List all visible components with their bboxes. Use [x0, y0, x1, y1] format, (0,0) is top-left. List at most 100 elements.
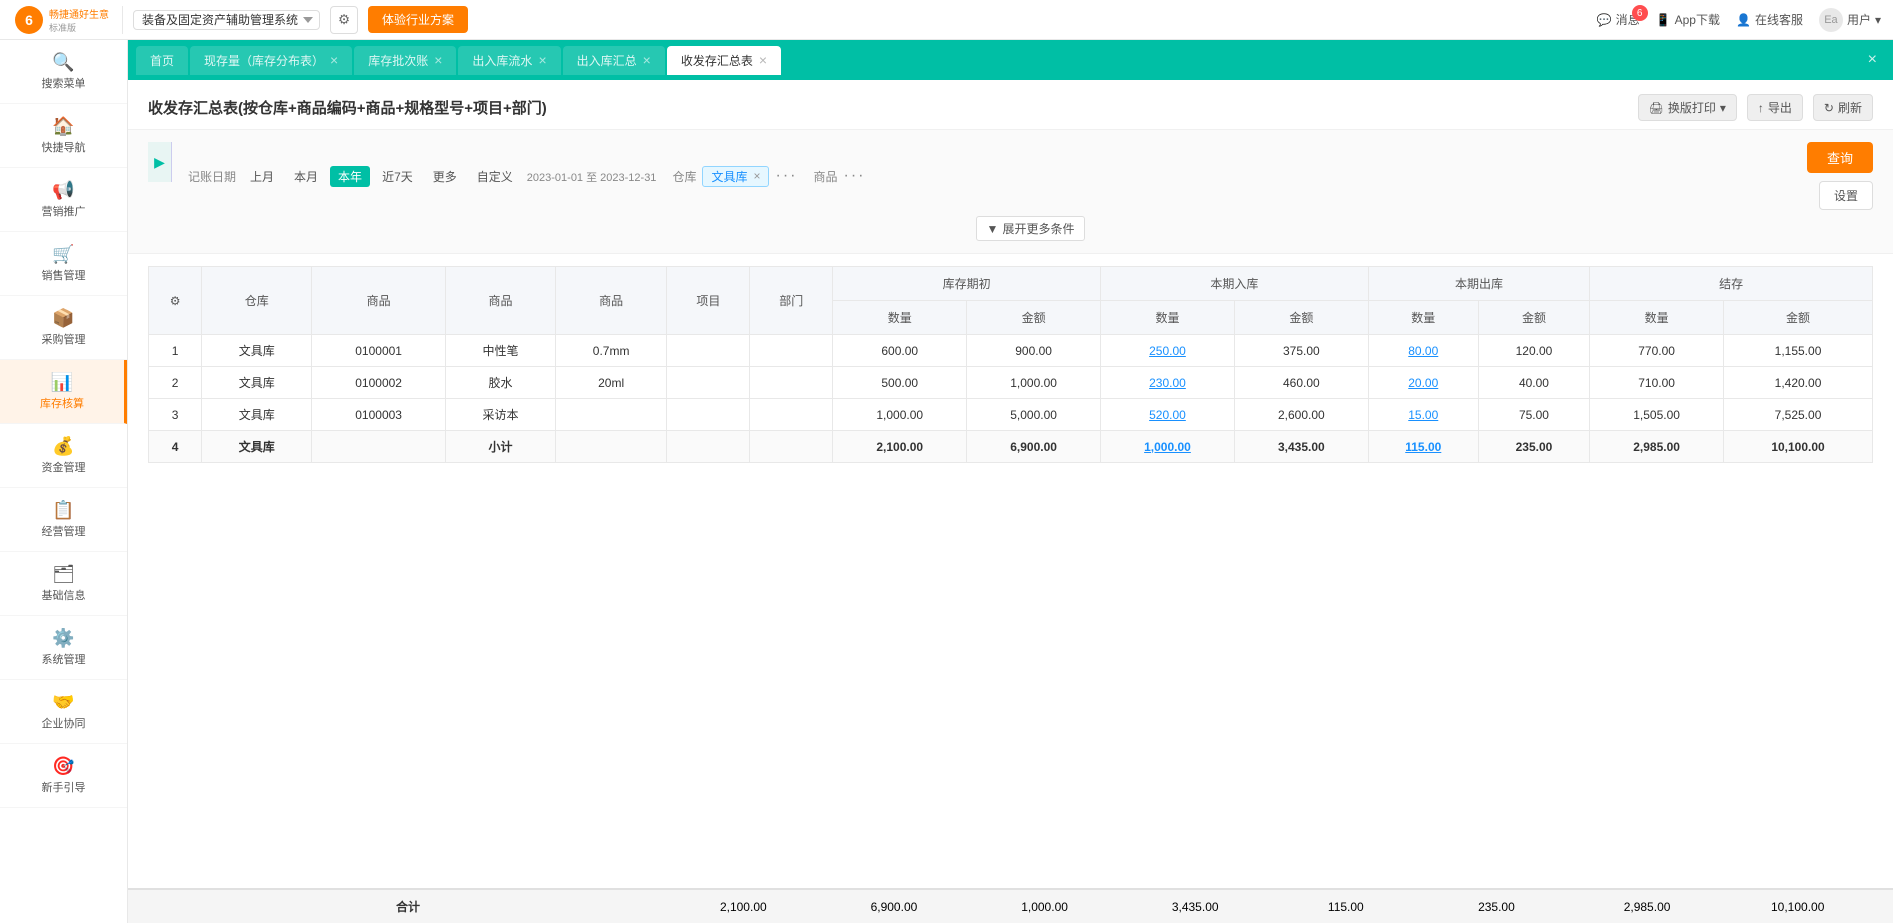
sidebar-item-guide[interactable]: 🎯新手引导 — [0, 744, 127, 808]
sidebar-item-purchase[interactable]: 📦采购管理 — [0, 296, 127, 360]
tab-inventory-dist[interactable]: 现存量（库存分布表）× — [190, 46, 352, 75]
total-open-amt: 6,900.00 — [819, 900, 970, 914]
date-label: 记账日期 — [188, 168, 236, 185]
logo-area: 6 畅捷通好生意 标准版 — [12, 6, 112, 34]
row-in-qty: 520.00 — [1101, 399, 1235, 431]
col-goods-code: 商品 — [312, 267, 446, 335]
row-warehouse: 文具库 — [202, 367, 312, 399]
print-button[interactable]: 🖨 换版打印 ▾ — [1638, 94, 1737, 121]
row-open-amt: 1,000.00 — [967, 367, 1101, 399]
date-shortcut-本年[interactable]: 本年 — [330, 166, 370, 187]
tab-in-out-summary[interactable]: 出入库汇总 × — [563, 46, 665, 75]
settings-button[interactable]: 设置 — [1819, 181, 1873, 210]
col-opening: 库存期初 — [833, 267, 1101, 301]
row-open-amt: 6,900.00 — [967, 431, 1101, 463]
date-shortcut-近7天[interactable]: 近7天 — [374, 166, 421, 187]
warehouse-filter: 仓库 文具库 × ··· — [672, 166, 797, 187]
expand-arrow[interactable]: ▶ — [148, 142, 172, 182]
user-menu[interactable]: Ea 用户 ▾ — [1819, 8, 1881, 32]
sidebar-item-search[interactable]: 🔍搜索菜单 — [0, 40, 127, 104]
warehouse-tag-close[interactable]: × — [753, 169, 760, 183]
sidebar-item-system[interactable]: ⚙️系统管理 — [0, 616, 127, 680]
out-qty-link[interactable]: 115.00 — [1405, 440, 1441, 454]
tab-label-batch-account: 库存批次账 — [368, 52, 428, 69]
sidebar-item-marketing[interactable]: 📢营销推广 — [0, 168, 127, 232]
tab-in-out-flow[interactable]: 出入库流水× — [458, 46, 560, 75]
date-shortcut-更多[interactable]: 更多 — [425, 166, 465, 187]
message-button[interactable]: 💬 消息 6 — [1597, 11, 1640, 28]
date-shortcut-上月[interactable]: 上月 — [242, 166, 282, 187]
out-qty-link[interactable]: 15.00 — [1408, 408, 1438, 422]
out-qty-link[interactable]: 20.00 — [1408, 376, 1438, 390]
warehouse-label: 仓库 — [672, 168, 696, 185]
row-no: 4 — [149, 431, 202, 463]
table-settings-col[interactable]: ⚙ — [149, 267, 202, 335]
row-in-qty: 250.00 — [1101, 335, 1235, 367]
col-out: 本期出库 — [1368, 267, 1589, 301]
warehouse-tag[interactable]: 文具库 × — [702, 166, 769, 187]
trial-button[interactable]: 体验行业方案 — [368, 6, 468, 33]
sidebar-item-operations[interactable]: 📋经营管理 — [0, 488, 127, 552]
row-warehouse: 文具库 — [202, 431, 312, 463]
refresh-button[interactable]: ↻ 刷新 — [1813, 94, 1873, 121]
tab-close-inventory-dist[interactable]: × — [330, 52, 338, 68]
goods-ellipsis[interactable]: ··· — [843, 167, 865, 185]
table-row: 1 文具库 0100001 中性笔 0.7mm 600.00 900.00 25… — [149, 335, 1873, 367]
tab-batch-account[interactable]: 库存批次账 × — [354, 46, 456, 75]
online-service-button[interactable]: 👤 在线客服 — [1736, 11, 1803, 28]
tab-close-recv-send-summary[interactable]: × — [759, 52, 767, 68]
query-button[interactable]: 查询 — [1807, 142, 1873, 173]
gear-button[interactable]: ⚙ — [330, 6, 358, 34]
in-qty-link[interactable]: 1,000.00 — [1144, 440, 1191, 454]
date-shortcut-自定义[interactable]: 自定义 — [469, 166, 521, 187]
sales-icon: 🛒 — [52, 244, 74, 265]
app-download-button[interactable]: 📱 App下载 — [1656, 11, 1720, 28]
refresh-icon: ↻ — [1824, 101, 1834, 115]
tab-close-in-out-summary[interactable]: × — [643, 52, 651, 68]
quick-nav-icon: 🏠 — [52, 116, 74, 137]
goods-label: 商品 — [813, 168, 837, 185]
in-qty-link[interactable]: 230.00 — [1149, 376, 1186, 390]
mobile-icon: 📱 — [1656, 13, 1671, 27]
export-button[interactable]: ↑ 导出 — [1747, 94, 1803, 121]
tab-label-in-out-summary: 出入库汇总 — [577, 52, 637, 69]
sidebar-item-finance[interactable]: 💰资金管理 — [0, 424, 127, 488]
message-badge: 6 — [1632, 5, 1648, 21]
row-no: 2 — [149, 367, 202, 399]
sidebar-item-enterprise[interactable]: 🤝企业协同 — [0, 680, 127, 744]
row-warehouse: 文具库 — [202, 335, 312, 367]
sidebar-item-label: 经营管理 — [42, 523, 86, 539]
row-in-qty: 1,000.00 — [1101, 431, 1235, 463]
tab-close-in-out-flow[interactable]: × — [538, 52, 546, 68]
row-goods-name: 采访本 — [446, 399, 556, 431]
col-warehouse: 仓库 — [202, 267, 312, 335]
expand-conditions-button[interactable]: ▼ 展开更多条件 — [976, 216, 1086, 241]
inventory-icon: 📊 — [51, 372, 73, 393]
row-out-amt: 75.00 — [1478, 399, 1589, 431]
tab-close-batch-account[interactable]: × — [434, 52, 442, 68]
message-icon: 💬 — [1597, 13, 1612, 27]
marketing-icon: 📢 — [52, 180, 74, 201]
goods-filter: 商品 ··· — [813, 167, 865, 185]
sidebar-item-quick-nav[interactable]: 🏠快捷导航 — [0, 104, 127, 168]
sidebar-item-inventory[interactable]: 📊库存核算 — [0, 360, 127, 424]
warehouse-ellipsis[interactable]: ··· — [775, 167, 797, 185]
sidebar-item-basic-info[interactable]: 🗂基础信息 — [0, 552, 127, 616]
date-shortcut-本月[interactable]: 本月 — [286, 166, 326, 187]
sidebar-item-sales[interactable]: 🛒销售管理 — [0, 232, 127, 296]
tab-label-home: 首页 — [150, 52, 174, 69]
out-qty-link[interactable]: 80.00 — [1408, 344, 1438, 358]
tab-area-close[interactable]: × — [1860, 51, 1885, 69]
tab-home[interactable]: 首页 — [136, 46, 188, 75]
row-close-amt: 1,155.00 — [1724, 335, 1873, 367]
in-qty-link[interactable]: 520.00 — [1149, 408, 1186, 422]
in-qty-link[interactable]: 250.00 — [1149, 344, 1186, 358]
col-out-qty: 数量 — [1368, 301, 1478, 335]
tab-recv-send-summary[interactable]: 收发存汇总表× — [667, 46, 781, 75]
filter-area: ▶ 记账日期 上月本月本年近7天更多自定义 2023-01-01 至 2023-… — [128, 130, 1893, 254]
row-project — [667, 335, 750, 367]
tab-bar: 首页现存量（库存分布表）×库存批次账×出入库流水×出入库汇总×收发存汇总表× × — [128, 40, 1893, 80]
col-in: 本期入库 — [1101, 267, 1369, 301]
system-select[interactable]: 装备及固定资产辅助管理系统 — [133, 10, 320, 30]
row-out-qty: 20.00 — [1368, 367, 1478, 399]
